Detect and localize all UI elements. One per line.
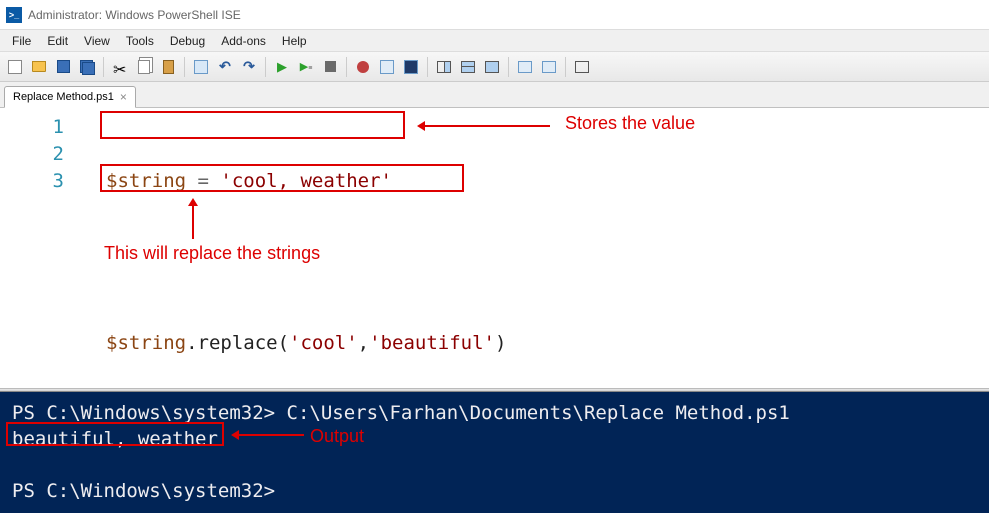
menu-tools[interactable]: Tools bbox=[118, 32, 162, 50]
save-button[interactable] bbox=[52, 56, 74, 78]
menu-edit[interactable]: Edit bbox=[39, 32, 76, 50]
copy-button[interactable] bbox=[133, 56, 155, 78]
clear-button[interactable] bbox=[190, 56, 212, 78]
punct-token: , bbox=[358, 332, 369, 354]
code-editor[interactable]: 1 2 3 $string = 'cool, weather' $string.… bbox=[0, 108, 989, 388]
pane-right-button[interactable] bbox=[433, 56, 455, 78]
undo-icon: ↶ bbox=[219, 58, 231, 75]
tab-replace-method[interactable]: Replace Method.ps1 × bbox=[4, 86, 136, 108]
menu-view[interactable]: View bbox=[76, 32, 118, 50]
variable-token: $string bbox=[106, 170, 186, 192]
punct-token: ) bbox=[495, 332, 506, 354]
clear-icon bbox=[194, 60, 208, 74]
console-line-blank bbox=[12, 452, 977, 478]
console-output: beautiful, weather bbox=[12, 426, 977, 452]
string-token: 'cool' bbox=[289, 332, 358, 354]
annotation-label: Output bbox=[310, 423, 364, 449]
separator bbox=[565, 57, 566, 77]
pane-top-button[interactable] bbox=[457, 56, 479, 78]
console-prompt: PS C:\Windows\system32> bbox=[12, 478, 977, 504]
pane-top-icon bbox=[461, 61, 475, 73]
line-number: 1 bbox=[0, 114, 64, 141]
new-button[interactable] bbox=[4, 56, 26, 78]
tab-bar: Replace Method.ps1 × bbox=[0, 82, 989, 108]
menu-bar: File Edit View Tools Debug Add-ons Help bbox=[0, 30, 989, 52]
window-title: Administrator: Windows PowerShell ISE bbox=[28, 8, 241, 22]
play-icon: ▶ bbox=[277, 59, 287, 75]
line-number: 3 bbox=[0, 168, 64, 195]
play-selection-icon: ▶≡ bbox=[300, 60, 313, 73]
cut-button[interactable]: ✂ bbox=[109, 56, 131, 78]
redo-icon: ↷ bbox=[243, 58, 255, 75]
show-command-icon bbox=[575, 61, 589, 73]
menu-file[interactable]: File bbox=[4, 32, 39, 50]
pane-right-icon bbox=[437, 61, 451, 73]
save-all-icon bbox=[80, 60, 94, 74]
operator-token: = bbox=[186, 170, 220, 192]
separator bbox=[103, 57, 104, 77]
console-pane[interactable]: PS C:\Windows\system32> C:\Users\Farhan\… bbox=[0, 392, 989, 513]
annotation-arrow bbox=[234, 434, 304, 436]
tab-label: Replace Method.ps1 bbox=[13, 91, 114, 103]
separator bbox=[346, 57, 347, 77]
console-line: PS C:\Windows\system32> C:\Users\Farhan\… bbox=[12, 400, 977, 426]
command-addon-icon bbox=[518, 61, 532, 73]
annotation-arrow bbox=[420, 125, 550, 127]
saveall-button[interactable] bbox=[76, 56, 98, 78]
remote-button[interactable] bbox=[376, 56, 398, 78]
string-token: 'cool, weather' bbox=[220, 170, 392, 192]
separator bbox=[184, 57, 185, 77]
menu-help[interactable]: Help bbox=[274, 32, 315, 50]
menu-addons[interactable]: Add-ons bbox=[213, 32, 274, 50]
run-button[interactable]: ▶ bbox=[271, 56, 293, 78]
command-window-button[interactable] bbox=[538, 56, 560, 78]
title-bar: >_ Administrator: Windows PowerShell ISE bbox=[0, 0, 989, 30]
powershell-icon bbox=[404, 60, 418, 74]
app-icon: >_ bbox=[6, 7, 22, 23]
command-addon-button[interactable] bbox=[514, 56, 536, 78]
separator bbox=[427, 57, 428, 77]
breakpoint-icon bbox=[357, 61, 369, 73]
pane-max-icon bbox=[485, 61, 499, 73]
menu-debug[interactable]: Debug bbox=[162, 32, 213, 50]
save-icon bbox=[57, 60, 70, 73]
undo-button[interactable]: ↶ bbox=[214, 56, 236, 78]
new-file-icon bbox=[8, 60, 22, 74]
prompt: PS C:\Windows\system32> bbox=[12, 402, 287, 424]
string-token: 'beautiful' bbox=[369, 332, 495, 354]
show-command-button[interactable] bbox=[571, 56, 593, 78]
close-tab-button[interactable]: × bbox=[120, 90, 127, 104]
code-line: $string.replace('cool','beautiful') bbox=[106, 330, 506, 357]
punct-token: .replace( bbox=[186, 332, 289, 354]
paste-button[interactable] bbox=[157, 56, 179, 78]
toolbar: ✂ ↶ ↷ ▶ ▶≡ bbox=[0, 52, 989, 82]
command: C:\Users\Farhan\Documents\Replace Method… bbox=[287, 402, 790, 424]
powershell-button[interactable] bbox=[400, 56, 422, 78]
separator bbox=[265, 57, 266, 77]
separator bbox=[508, 57, 509, 77]
breakpoint-button[interactable] bbox=[352, 56, 374, 78]
line-number: 2 bbox=[0, 141, 64, 168]
open-button[interactable] bbox=[28, 56, 50, 78]
cut-icon: ✂ bbox=[113, 60, 127, 74]
folder-open-icon bbox=[32, 61, 46, 72]
variable-token: $string bbox=[106, 332, 186, 354]
annotation-arrow bbox=[192, 201, 194, 239]
redo-button[interactable]: ↷ bbox=[238, 56, 260, 78]
remote-icon bbox=[380, 60, 394, 74]
annotation-label: Stores the value bbox=[565, 113, 695, 134]
code-line: $string = 'cool, weather' bbox=[106, 168, 506, 195]
paste-icon bbox=[163, 60, 174, 74]
annotation-label: This will replace the strings bbox=[104, 243, 320, 264]
stop-icon bbox=[325, 61, 336, 72]
run-selection-button[interactable]: ▶≡ bbox=[295, 56, 317, 78]
line-gutter: 1 2 3 bbox=[0, 108, 72, 388]
stop-button[interactable] bbox=[319, 56, 341, 78]
copy-icon bbox=[138, 60, 150, 74]
pane-max-button[interactable] bbox=[481, 56, 503, 78]
command-window-icon bbox=[542, 61, 556, 73]
